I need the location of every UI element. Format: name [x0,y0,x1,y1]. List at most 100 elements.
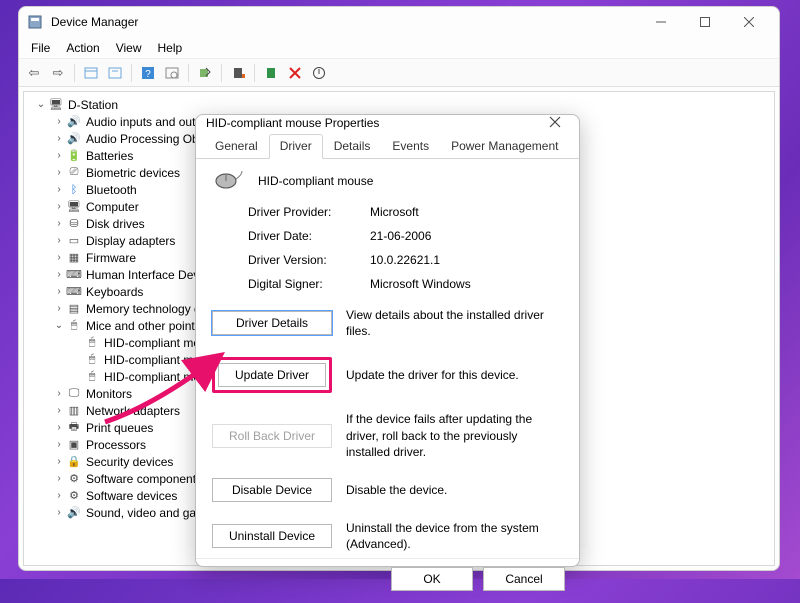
cancel-button[interactable]: Cancel [483,567,565,591]
chevron-right-icon[interactable]: › [52,184,66,195]
provider-label: Driver Provider: [248,205,370,219]
chevron-right-icon[interactable]: › [52,405,66,416]
chevron-right-icon[interactable]: › [52,269,66,280]
properties-icon[interactable] [104,62,126,84]
chevron-right-icon[interactable]: › [52,150,66,161]
tree-label: Network adapters [86,404,180,418]
device-name: HID-compliant mouse [258,174,373,188]
ok-button[interactable]: OK [391,567,473,591]
signer-value: Microsoft Windows [370,277,563,291]
tree-label: Firmware [86,251,136,265]
date-label: Driver Date: [248,229,370,243]
chevron-right-icon[interactable]: › [52,439,66,450]
software-icon: ⚙ [66,471,82,487]
chevron-right-icon[interactable]: › [52,167,66,178]
remove-icon[interactable] [284,62,306,84]
mouse-icon [212,169,244,193]
chevron-right-icon[interactable]: › [52,490,66,501]
help-icon[interactable]: ? [137,62,159,84]
app-icon [27,14,43,30]
tab-strip: General Driver Details Events Power Mana… [196,131,579,159]
close-icon[interactable] [541,115,569,131]
separator [131,64,132,82]
driver-details-desc: View details about the installed driver … [346,307,563,339]
keyboard-icon: ⌨ [66,284,82,300]
tree-label: Processors [86,438,146,452]
chevron-right-icon[interactable]: › [52,218,66,229]
memory-icon: ▤ [66,301,82,317]
titlebar: Device Manager [19,7,779,37]
update-driver-button[interactable]: Update Driver [218,363,326,387]
chevron-right-icon[interactable]: › [52,303,66,314]
driver-actions: Driver Details View details about the in… [212,307,563,552]
processor-icon: ▣ [66,437,82,453]
close-button[interactable] [727,8,771,36]
forward-icon[interactable]: ⇨ [47,62,69,84]
scan-icon[interactable] [161,62,183,84]
audio-icon: 🔊 [66,131,82,147]
tree-label: Display adapters [86,234,175,248]
tab-driver[interactable]: Driver [269,134,323,159]
driver-details-button[interactable]: Driver Details [212,311,332,335]
dialog-body: HID-compliant mouse Driver Provider: Mic… [196,159,579,558]
device-header: HID-compliant mouse [212,169,563,193]
monitor-icon: 🖵 [66,386,82,402]
tab-events[interactable]: Events [381,134,440,159]
date-value: 21-06-2006 [370,229,563,243]
mouse-icon: 🖱 [84,335,100,351]
tree-label: Disk drives [86,217,145,231]
maximize-button[interactable] [683,8,727,36]
show-hidden-icon[interactable] [80,62,102,84]
computer-icon: 🖥 [66,199,82,215]
update-driver-icon[interactable] [194,62,216,84]
signer-label: Digital Signer: [248,277,370,291]
chevron-right-icon[interactable]: › [52,388,66,399]
chevron-right-icon[interactable]: › [52,235,66,246]
menu-help[interactable]: Help [150,41,191,55]
tab-power-management[interactable]: Power Management [440,134,569,159]
chevron-right-icon[interactable]: › [52,473,66,484]
minimize-button[interactable] [639,8,683,36]
menu-action[interactable]: Action [58,41,107,55]
chevron-right-icon[interactable]: › [52,252,66,263]
disable-icon[interactable] [308,62,330,84]
software-icon: ⚙ [66,488,82,504]
tree-label: Bluetooth [86,183,137,197]
chevron-right-icon[interactable]: › [52,507,66,518]
toolbar: ⇦ ⇨ ? [19,59,779,87]
chevron-right-icon[interactable]: › [52,201,66,212]
chevron-right-icon[interactable]: › [52,286,66,297]
chevron-right-icon[interactable]: › [52,116,66,127]
svg-text:?: ? [145,69,151,80]
version-value: 10.0.22621.1 [370,253,563,267]
rollback-driver-button: Roll Back Driver [212,424,332,448]
chevron-right-icon[interactable]: › [52,422,66,433]
firmware-icon: ▦ [66,250,82,266]
mouse-icon: 🖱 [84,369,100,385]
biometric-icon: ⎚ [66,165,82,181]
update-driver-desc: Update the driver for this device. [346,367,563,383]
chevron-right-icon[interactable]: › [52,133,66,144]
tree-label: D-Station [68,98,118,112]
bluetooth-icon: ᛒ [66,182,82,198]
tree-label: Keyboards [86,285,143,299]
disable-device-button[interactable]: Disable Device [212,478,332,502]
tree-label: Software devices [86,489,177,503]
tab-details[interactable]: Details [323,134,382,159]
provider-value: Microsoft [370,205,563,219]
scan-hardware-icon[interactable] [260,62,282,84]
menu-view[interactable]: View [108,41,150,55]
driver-info: Driver Provider: Microsoft Driver Date: … [212,205,563,291]
chevron-down-icon[interactable]: ⌄ [52,320,66,331]
dialog-titlebar: HID-compliant mouse Properties [196,115,579,131]
menu-file[interactable]: File [23,41,58,55]
tab-general[interactable]: General [204,134,269,159]
uninstall-icon[interactable] [227,62,249,84]
audio-icon: 🔊 [66,505,82,521]
chevron-down-icon[interactable]: ⌄ [34,99,48,110]
tree-root[interactable]: ⌄🖥D-Station [26,96,772,113]
chevron-right-icon[interactable]: › [52,456,66,467]
tree-label: Software components [86,472,202,486]
uninstall-device-button[interactable]: Uninstall Device [212,524,332,548]
back-icon[interactable]: ⇦ [23,62,45,84]
